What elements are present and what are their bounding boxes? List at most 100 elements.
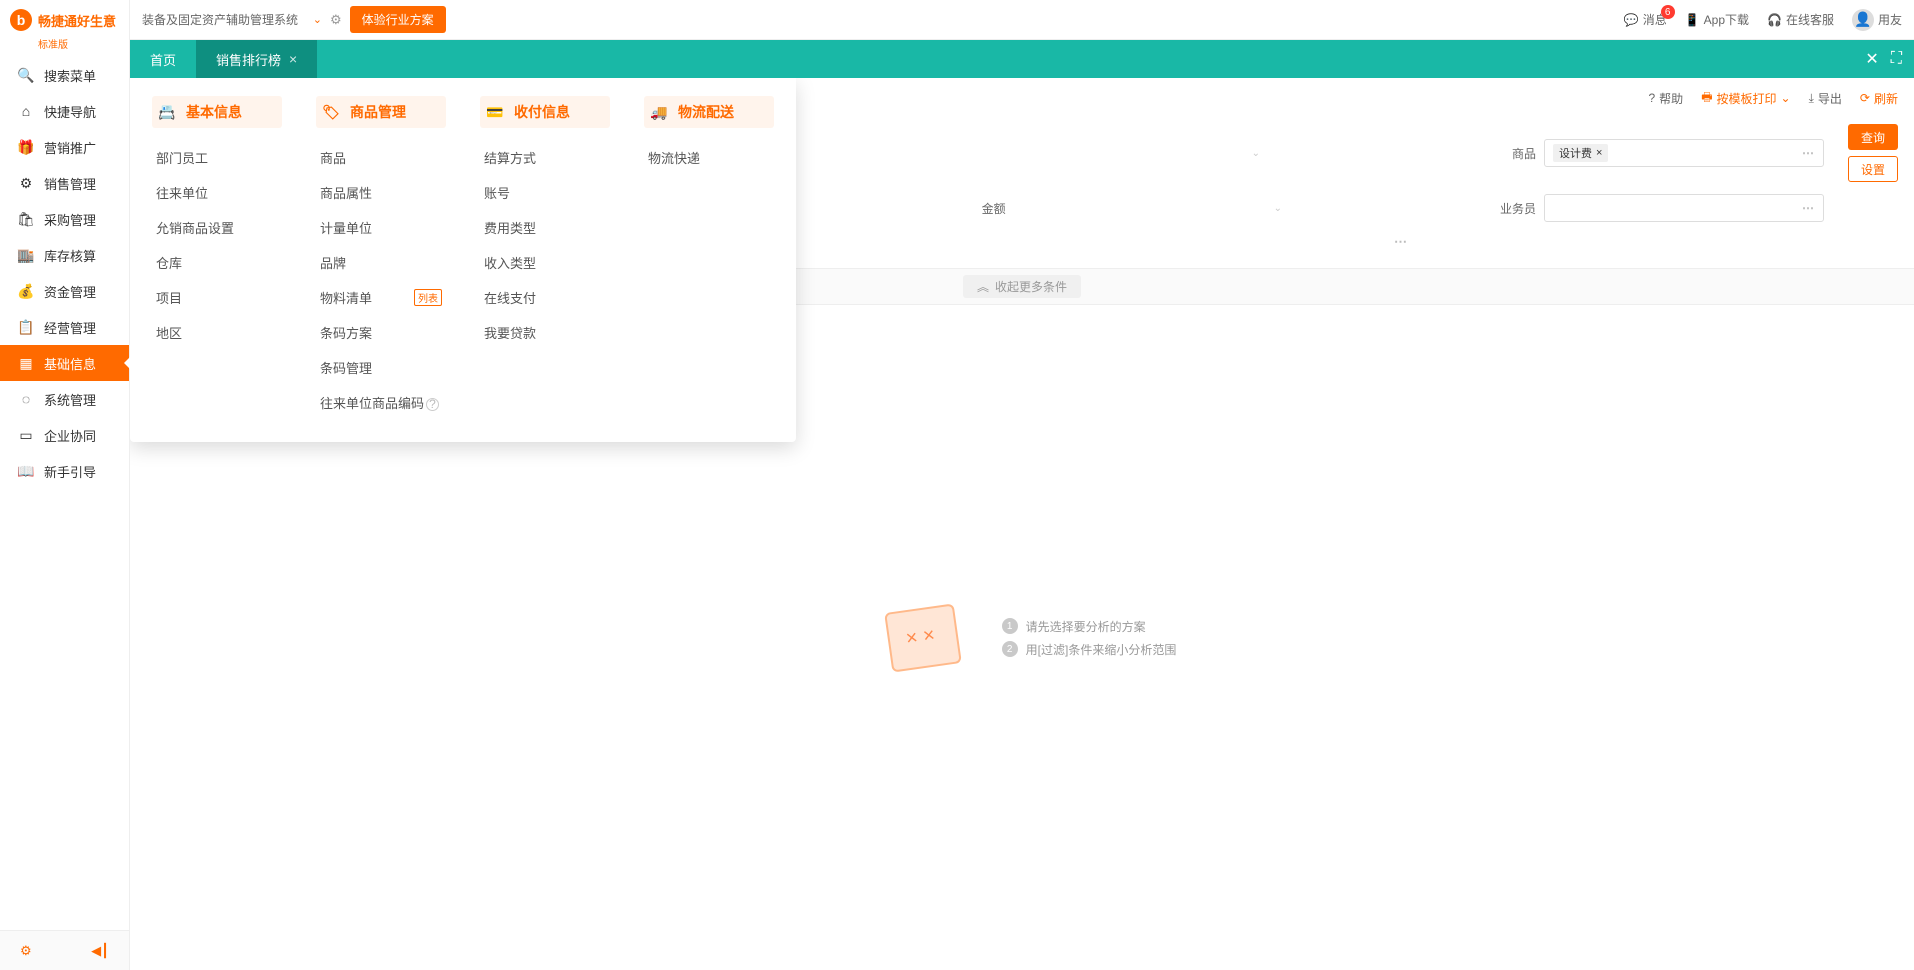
remove-tag-icon[interactable]: × — [1596, 147, 1602, 159]
refresh-icon: ⟳ — [1860, 91, 1870, 105]
mega-item-1-2[interactable]: 计量单位 — [316, 210, 446, 245]
sidebar-item-8[interactable]: ▦基础信息 — [0, 345, 129, 381]
tab-0[interactable]: 首页 — [130, 40, 196, 78]
top-header: 装备及固定资产辅助管理系统 ⌄ ⚙ 体验行业方案 💬 消息 6 📱 App下载 … — [130, 0, 1914, 40]
sidebar-item-4[interactable]: 🛍采购管理 — [0, 201, 129, 237]
close-all-tabs-icon[interactable]: ✕ — [1865, 49, 1878, 69]
try-industry-button[interactable]: 体验行业方案 — [350, 6, 446, 33]
operator-filter-label: 业务员 — [1476, 200, 1536, 217]
goods-filter-label: 商品 — [1476, 145, 1536, 162]
headset-icon: 🎧 — [1767, 13, 1782, 27]
nav-icon: 📋 — [18, 319, 34, 335]
sidebar-item-5[interactable]: 🏬库存核算 — [0, 237, 129, 273]
mega-item-0-5[interactable]: 地区 — [152, 315, 282, 350]
mega-item-2-3[interactable]: 收入类型 — [480, 245, 610, 280]
mega-item-2-0[interactable]: 结算方式 — [480, 140, 610, 175]
nav-icon: 🛍 — [18, 211, 34, 227]
messages-button[interactable]: 💬 消息 6 — [1624, 11, 1667, 28]
sidebar-item-7[interactable]: 📋经营管理 — [0, 309, 129, 345]
mega-item-0-2[interactable]: 允销商品设置 — [152, 210, 282, 245]
fullscreen-icon[interactable]: ⛶ — [1891, 50, 1902, 68]
nav-icon: 🔍 — [18, 67, 34, 83]
print-icon: 🖶 — [1701, 88, 1712, 109]
sidebar-item-10[interactable]: ▭企业协同 — [0, 417, 129, 453]
settings-gear-icon[interactable]: ⚙ — [20, 943, 32, 959]
brand-edition: 标准版 — [0, 36, 129, 51]
sidebar-item-2[interactable]: 🎁营销推广 — [0, 129, 129, 165]
collapse-sidebar-icon[interactable]: ◀┃ — [91, 943, 109, 959]
mega-item-1-1[interactable]: 商品属性 — [316, 175, 446, 210]
mega-item-2-5[interactable]: 我要贷款 — [480, 315, 610, 350]
mega-item-1-0[interactable]: 商品 — [316, 140, 446, 175]
messages-badge: 6 — [1661, 5, 1675, 19]
sidebar-item-0[interactable]: 🔍搜索菜单 — [0, 57, 129, 93]
mega-header-icon: 📇 — [156, 103, 178, 121]
system-settings-icon[interactable]: ⚙ — [330, 12, 342, 28]
query-button[interactable]: 查询 — [1848, 124, 1898, 150]
system-selector[interactable]: 装备及固定资产辅助管理系统 ⌄ — [142, 11, 322, 28]
empty-step-2: 2用[过滤]条件来缩小分析范围 — [1002, 641, 1177, 658]
mega-item-1-7[interactable]: 往来单位商品编码? — [316, 385, 446, 420]
mega-header-icon: 🏷 — [320, 103, 342, 121]
sidebar-item-6[interactable]: 💰资金管理 — [0, 273, 129, 309]
mega-item-3-0[interactable]: 物流快递 — [644, 140, 774, 175]
goods-filter-tag[interactable]: 设计费 × — [1553, 144, 1608, 162]
content-area: 📇基本信息部门员工往来单位允销商品设置仓库项目地区🏷商品管理商品商品属性计量单位… — [130, 78, 1914, 970]
mega-item-1-6[interactable]: 条码管理 — [316, 350, 446, 385]
mega-item-1-5[interactable]: 条码方案 — [316, 315, 446, 350]
mega-item-0-3[interactable]: 仓库 — [152, 245, 282, 280]
mega-col-2: 💳收付信息结算方式账号费用类型收入类型在线支付我要贷款 — [480, 96, 610, 420]
brand-icon: b — [10, 9, 32, 31]
filter-settings-button[interactable]: 设置 — [1848, 156, 1898, 182]
chevron-down-icon: ⌄ — [1252, 148, 1260, 159]
mega-item-1-4[interactable]: 物料清单列表 — [316, 280, 446, 315]
nav-icon: 🎁 — [18, 139, 34, 155]
more-icon[interactable]: ⋯ — [1802, 201, 1815, 215]
more-icon[interactable]: ⋯ — [1802, 146, 1815, 160]
template-print-button[interactable]: 🖶 按模板打印 ⌄ — [1701, 88, 1790, 109]
mega-col-3: 🚚物流配送物流快递 — [644, 96, 774, 420]
brand-name: 畅捷通好生意 — [38, 11, 116, 30]
tab-close-icon[interactable]: × — [289, 51, 297, 67]
help-icon: ? — [426, 398, 439, 411]
list-badge: 列表 — [414, 289, 442, 306]
help-button[interactable]: ? 帮助 — [1648, 90, 1683, 107]
avatar-icon: 👤 — [1852, 9, 1874, 31]
sidebar-item-9[interactable]: ◌系统管理 — [0, 381, 129, 417]
export-icon: ⤓ — [1809, 91, 1814, 106]
mega-item-2-2[interactable]: 费用类型 — [480, 210, 610, 245]
nav-icon: 🏬 — [18, 247, 34, 263]
user-menu[interactable]: 👤 用友 — [1852, 9, 1902, 31]
mega-item-0-0[interactable]: 部门员工 — [152, 140, 282, 175]
chevron-down-icon: ⌄ — [313, 13, 322, 26]
export-button[interactable]: ⤓ 导出 — [1809, 90, 1842, 107]
app-download-button[interactable]: 📱 App下载 — [1685, 11, 1749, 28]
empty-step-1: 1请先选择要分析的方案 — [1002, 618, 1177, 635]
goods-filter-input[interactable]: 设计费 × ⋯ — [1544, 139, 1824, 167]
mega-item-0-1[interactable]: 往来单位 — [152, 175, 282, 210]
nav-icon: ⚙ — [18, 175, 34, 191]
mega-header: 🏷商品管理 — [316, 96, 446, 128]
sidebar: b 畅捷通好生意 标准版 🔍搜索菜单⌂快捷导航🎁营销推广⚙销售管理🛍采购管理🏬库… — [0, 0, 130, 970]
chevron-down-icon: ⌄ — [1274, 203, 1282, 214]
sidebar-item-1[interactable]: ⌂快捷导航 — [0, 93, 129, 129]
mega-item-2-1[interactable]: 账号 — [480, 175, 610, 210]
mega-item-2-4[interactable]: 在线支付 — [480, 280, 610, 315]
help-icon: ? — [1648, 91, 1655, 105]
mega-header: 🚚物流配送 — [644, 96, 774, 128]
sidebar-footer: ⚙ ◀┃ — [0, 930, 129, 970]
sidebar-item-11[interactable]: 📖新手引导 — [0, 453, 129, 489]
nav-icon: 📖 — [18, 463, 34, 479]
mega-item-0-4[interactable]: 项目 — [152, 280, 282, 315]
mega-item-1-3[interactable]: 品牌 — [316, 245, 446, 280]
mega-col-0: 📇基本信息部门员工往来单位允销商品设置仓库项目地区 — [152, 96, 282, 420]
mega-header-icon: 🚚 — [648, 103, 670, 121]
sidebar-item-3[interactable]: ⚙销售管理 — [0, 165, 129, 201]
tab-1[interactable]: 销售排行榜× — [196, 40, 317, 78]
more-icon[interactable]: ⋯ — [1394, 234, 1408, 250]
refresh-button[interactable]: ⟳ 刷新 — [1860, 90, 1898, 107]
phone-icon: 📱 — [1685, 13, 1700, 27]
online-support-button[interactable]: 🎧 在线客服 — [1767, 11, 1834, 28]
operator-filter-input[interactable]: ⋯ — [1544, 194, 1824, 222]
mega-col-1: 🏷商品管理商品商品属性计量单位品牌物料清单列表条码方案条码管理往来单位商品编码? — [316, 96, 446, 420]
